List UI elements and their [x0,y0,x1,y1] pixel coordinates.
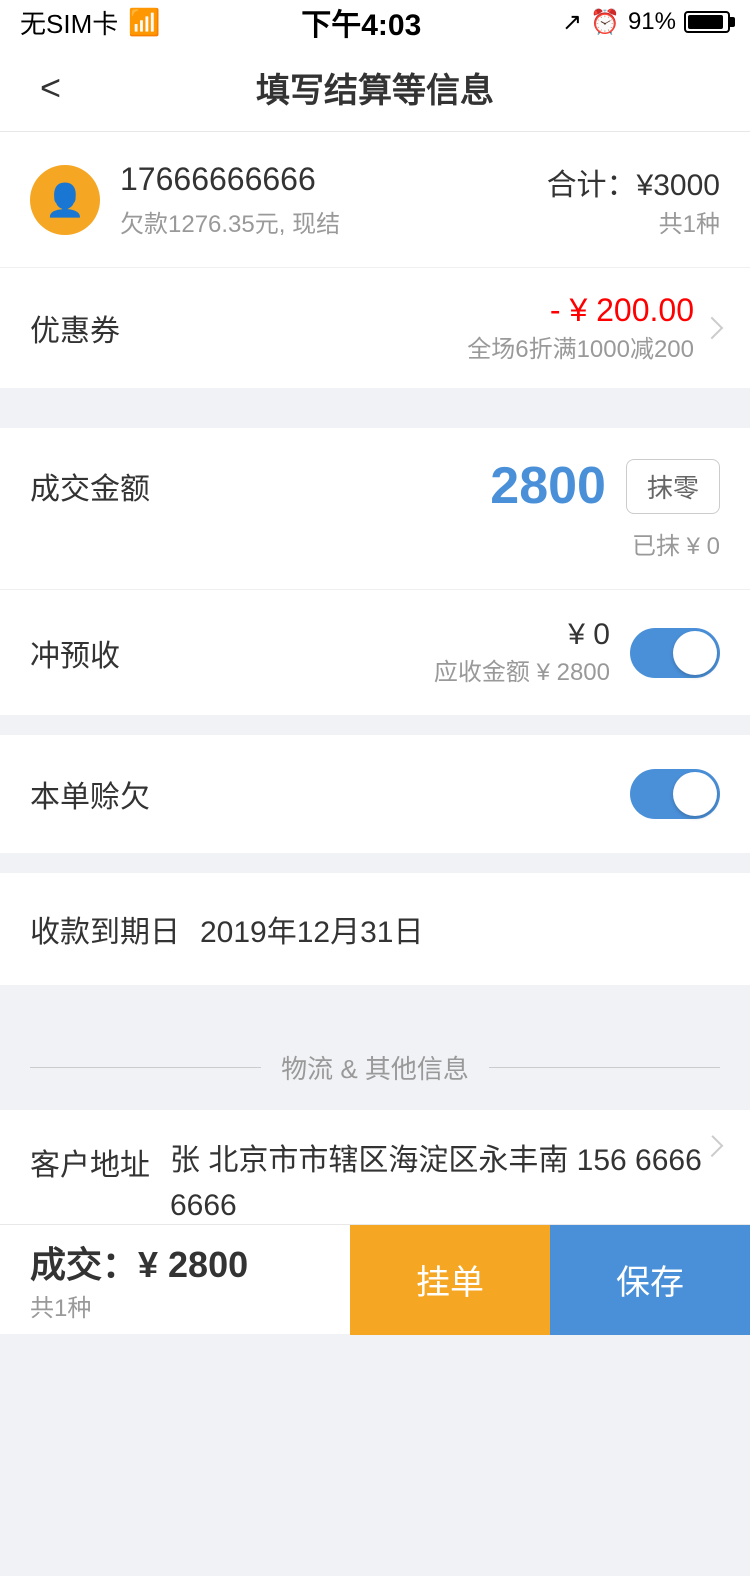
duedate-section: 收款到期日 2019年12月31日 [0,873,750,985]
amount-section: 成交金额 2800 抹零 已抹 ¥ 0 [0,428,750,589]
coupon-right: - ¥ 200.00 全场6折满1000减200 [467,292,720,364]
status-left: 无SIM卡 📶 [20,4,161,41]
round-button[interactable]: 抹零 [626,459,720,514]
divider-3 [0,1005,750,1025]
avatar-icon: 👤 [45,181,85,219]
precharge-label: 冲预收 [30,631,120,675]
address-left: 客户地址 张 北京市市辖区海淀区永丰南 156 6666 6666 [30,1138,705,1228]
precharge-section: 冲预收 ¥ 0 应收金额 ¥ 2800 [0,589,750,715]
precharge-sub: 应收金额 ¥ 2800 [434,652,610,687]
duedate-value: 2019年12月31日 [200,907,423,951]
user-info: 17666666666 欠款1276.35元, 现结 [120,161,340,239]
amount-value: 2800 [490,456,606,516]
pending-button[interactable]: 挂单 [350,1225,550,1335]
bottom-count: 共1种 [30,1288,320,1323]
debt-label: 本单赊欠 [30,772,150,816]
amount-sub: 已抹 ¥ 0 [30,526,720,561]
toggle-knob [673,631,717,675]
user-total: 合计：¥3000 [547,160,720,204]
amount-row: 成交金额 2800 抹零 [30,456,720,516]
address-value: 张 北京市市辖区海淀区永丰南 156 6666 6666 [170,1138,705,1228]
debt-section: 本单赊欠 [0,735,750,853]
duedate-row: 收款到期日 2019年12月31日 [30,907,720,951]
precharge-right: ¥ 0 应收金额 ¥ 2800 [434,618,720,687]
deal-amount: ¥ 2800 [138,1244,248,1285]
user-count: 共1种 [547,204,720,239]
address-label: 客户地址 [30,1140,150,1184]
page-title: 填写结算等信息 [256,63,494,112]
coupon-row[interactable]: 优惠券 - ¥ 200.00 全场6折满1000减200 [0,267,750,388]
battery-icon [684,11,730,33]
location-icon: ↗ [562,8,582,37]
user-row: 👤 17666666666 欠款1276.35元, 现结 合计：¥3000 共1… [0,132,750,267]
main-content: 👤 17666666666 欠款1276.35元, 现结 合计：¥3000 共1… [0,132,750,1576]
coupon-discount: - ¥ 200.00 [467,292,694,329]
bottom-summary: 成交：¥ 2800 共1种 [0,1236,350,1323]
back-button[interactable]: < [30,57,71,119]
precharge-amount: ¥ 0 [434,618,610,652]
debt-toggle[interactable] [630,769,720,819]
user-debt: 欠款1276.35元, 现结 [120,204,340,239]
status-time: 下午4:03 [301,0,421,44]
chevron-right-icon [701,317,724,340]
logistics-line-left [30,1067,261,1068]
status-right: ↗ ⏰ 91% [562,8,730,37]
alarm-icon: ⏰ [590,8,620,37]
save-button[interactable]: 保存 [550,1225,750,1335]
logistics-divider: 物流 & 其他信息 [0,1025,750,1110]
coupon-desc: 全场6折满1000减200 [467,329,694,364]
user-card: 👤 17666666666 欠款1276.35元, 现结 合计：¥3000 共1… [0,132,750,388]
carrier-label: 无SIM卡 [20,4,118,41]
deal-label: 成交： [30,1244,138,1285]
precharge-values: ¥ 0 应收金额 ¥ 2800 [434,618,610,687]
bottom-bar: 成交：¥ 2800 共1种 挂单 保存 [0,1224,750,1334]
divider-1 [0,408,750,428]
status-bar: 无SIM卡 📶 下午4:03 ↗ ⏰ 91% [0,0,750,44]
user-left: 👤 17666666666 欠款1276.35元, 现结 [30,161,340,239]
nav-bar: < 填写结算等信息 [0,44,750,132]
amount-label: 成交金额 [30,464,150,508]
debt-toggle-knob [673,772,717,816]
amount-right: 2800 抹零 [490,456,720,516]
battery-percent: 91% [628,8,676,36]
logistics-line-right [489,1067,720,1068]
divider-2 [0,715,750,735]
coupon-label: 优惠券 [30,306,120,350]
precharge-toggle[interactable] [630,628,720,678]
user-right: 合计：¥3000 共1种 [547,160,720,239]
battery-fill [688,15,723,29]
coupon-value: - ¥ 200.00 全场6折满1000减200 [467,292,694,364]
avatar: 👤 [30,165,100,235]
user-phone: 17666666666 [120,161,340,198]
duedate-label: 收款到期日 [30,907,180,951]
wifi-icon: 📶 [128,7,160,38]
precharge-row: 冲预收 ¥ 0 应收金额 ¥ 2800 [30,618,720,687]
bottom-deal-amount: 成交：¥ 2800 [30,1236,320,1288]
logistics-label: 物流 & 其他信息 [281,1049,469,1086]
